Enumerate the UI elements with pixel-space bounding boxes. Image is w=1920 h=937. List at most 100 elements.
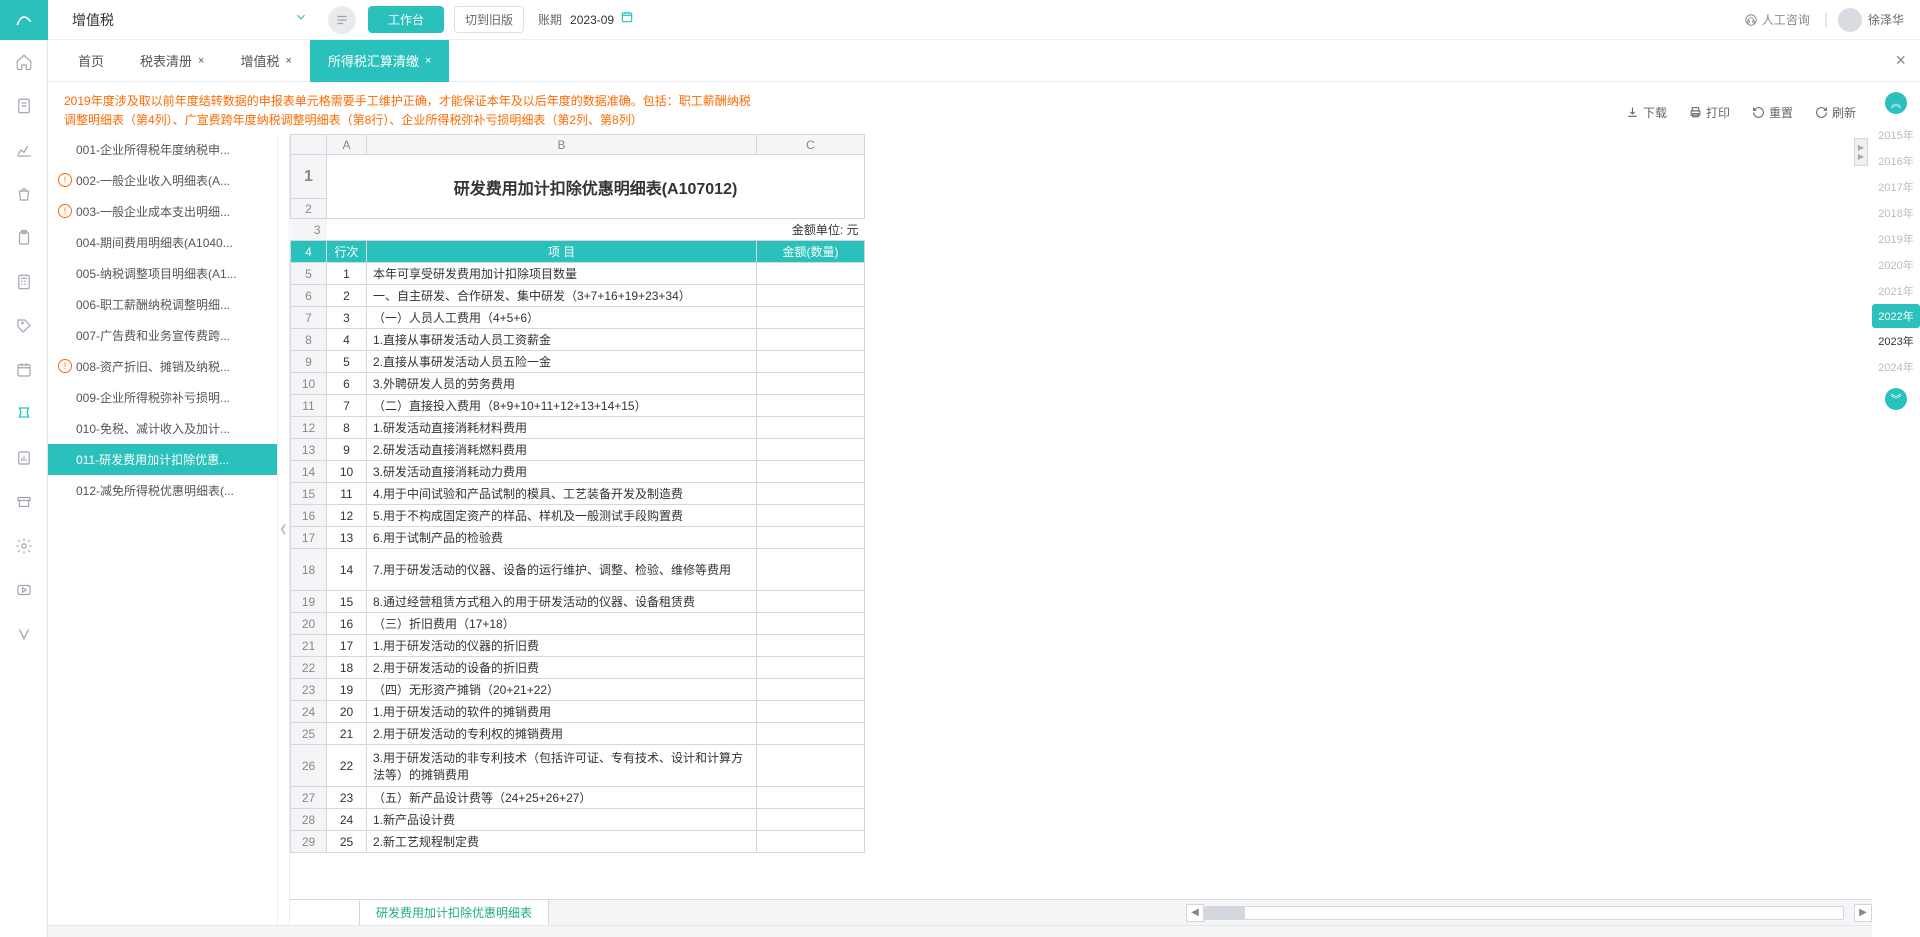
column-header[interactable]: B <box>367 135 757 155</box>
row-number-cell[interactable]: 17 <box>327 635 367 657</box>
row-header[interactable]: 19 <box>291 591 327 613</box>
row-number-cell[interactable]: 19 <box>327 679 367 701</box>
row-header[interactable]: 8 <box>291 329 327 351</box>
item-cell[interactable]: 1.新产品设计费 <box>367 809 757 831</box>
row-number-cell[interactable]: 12 <box>327 505 367 527</box>
scroll-right-icon[interactable]: ▶ <box>1854 904 1872 922</box>
column-header[interactable]: A <box>327 135 367 155</box>
row-number-cell[interactable]: 11 <box>327 483 367 505</box>
row-header[interactable]: 18 <box>291 549 327 591</box>
reset-button[interactable]: 重置 <box>1752 104 1793 121</box>
amount-cell[interactable] <box>757 809 865 831</box>
tab-close-icon[interactable]: × <box>285 55 291 67</box>
amount-cell[interactable] <box>757 657 865 679</box>
amount-cell[interactable] <box>757 307 865 329</box>
amount-cell[interactable] <box>757 285 865 307</box>
form-list-item[interactable]: 009-企业所得税弥补亏损明... <box>48 382 277 413</box>
amount-cell[interactable] <box>757 745 865 787</box>
print-button[interactable]: 打印 <box>1689 104 1730 121</box>
nav-home-icon[interactable] <box>0 40 48 84</box>
row-header[interactable]: 25 <box>291 723 327 745</box>
row-number-cell[interactable]: 16 <box>327 613 367 635</box>
row-header[interactable]: 17 <box>291 527 327 549</box>
horizontal-scrollbar[interactable] <box>1204 906 1844 920</box>
nav-bag-icon[interactable] <box>0 172 48 216</box>
amount-cell[interactable] <box>757 461 865 483</box>
row-number-cell[interactable]: 25 <box>327 831 367 853</box>
calendar-icon[interactable] <box>620 10 634 29</box>
form-list-item[interactable]: 003-一般企业成本支出明细... <box>48 196 277 227</box>
amount-cell[interactable] <box>757 635 865 657</box>
item-cell[interactable]: 4.用于中间试验和产品试制的模具、工艺装备开发及制造费 <box>367 483 757 505</box>
amount-cell[interactable] <box>757 505 865 527</box>
form-list-item[interactable]: 012-减免所得税优惠明细表(... <box>48 475 277 506</box>
scroll-left-icon[interactable]: ◀ <box>1186 904 1204 922</box>
tab-close-icon[interactable]: × <box>198 55 204 67</box>
nav-clipboard-icon[interactable] <box>0 216 48 260</box>
year-item[interactable]: 2023年 <box>1878 328 1913 354</box>
row-number-cell[interactable]: 10 <box>327 461 367 483</box>
year-item[interactable]: 2018年 <box>1878 200 1913 226</box>
row-number-cell[interactable]: 2 <box>327 285 367 307</box>
item-cell[interactable]: 2.直接从事研发活动人员五险一金 <box>367 351 757 373</box>
row-number-cell[interactable]: 9 <box>327 439 367 461</box>
amount-cell[interactable] <box>757 439 865 461</box>
row-header[interactable]: 1 <box>291 155 327 199</box>
row-number-cell[interactable]: 18 <box>327 657 367 679</box>
item-cell[interactable]: （五）新产品设计费等（24+25+26+27） <box>367 787 757 809</box>
row-header[interactable]: 3 <box>291 219 327 241</box>
row-header[interactable]: 12 <box>291 417 327 439</box>
row-header[interactable]: 29 <box>291 831 327 853</box>
form-list-item[interactable]: 008-资产折旧、摊销及纳税... <box>48 351 277 382</box>
item-cell[interactable]: （一）人员人工费用（4+5+6） <box>367 307 757 329</box>
download-button[interactable]: 下载 <box>1626 104 1667 121</box>
year-item[interactable]: 2017年 <box>1878 174 1913 200</box>
nav-tag-icon[interactable] <box>0 304 48 348</box>
year-item[interactable]: 2021年 <box>1878 278 1913 304</box>
item-cell[interactable]: 2.用于研发活动的设备的折旧费 <box>367 657 757 679</box>
row-number-cell[interactable]: 7 <box>327 395 367 417</box>
item-cell[interactable]: 本年可享受研发费用加计扣除项目数量 <box>367 263 757 285</box>
nav-settings-icon[interactable] <box>0 524 48 568</box>
row-header[interactable]: 11 <box>291 395 327 417</box>
row-header[interactable]: 16 <box>291 505 327 527</box>
close-all-tabs-icon[interactable]: × <box>1895 50 1906 71</box>
row-header[interactable]: 4 <box>291 241 327 263</box>
row-header[interactable]: 6 <box>291 285 327 307</box>
row-number-cell[interactable]: 22 <box>327 745 367 787</box>
tab-首页[interactable]: 首页 <box>60 40 122 82</box>
row-number-cell[interactable]: 13 <box>327 527 367 549</box>
nav-archive-icon[interactable] <box>0 480 48 524</box>
module-dropdown-icon[interactable] <box>294 10 308 29</box>
nav-chart-icon[interactable] <box>0 128 48 172</box>
amount-cell[interactable] <box>757 591 865 613</box>
column-header[interactable]: C <box>757 135 865 155</box>
row-number-cell[interactable]: 14 <box>327 549 367 591</box>
form-list-item[interactable]: 011-研发费用加计扣除优惠... <box>48 444 277 475</box>
row-number-cell[interactable]: 23 <box>327 787 367 809</box>
amount-cell[interactable] <box>757 613 865 635</box>
item-cell[interactable]: 8.通过经营租赁方式租入的用于研发活动的仪器、设备租赁费 <box>367 591 757 613</box>
amount-cell[interactable] <box>757 723 865 745</box>
scroll-up-icon[interactable]: ︽ <box>1885 92 1907 114</box>
item-cell[interactable]: 2.新工艺规程制定费 <box>367 831 757 853</box>
year-item[interactable]: 2015年 <box>1878 122 1913 148</box>
nav-calc-icon[interactable] <box>0 260 48 304</box>
item-cell[interactable]: （四）无形资产摊销（20+21+22） <box>367 679 757 701</box>
item-cell[interactable]: 5.用于不构成固定资产的样品、样机及一般测试手段购置费 <box>367 505 757 527</box>
collapse-handle-icon[interactable]: ❮ <box>278 134 290 925</box>
amount-cell[interactable] <box>757 395 865 417</box>
amount-cell[interactable] <box>757 701 865 723</box>
row-header[interactable]: 9 <box>291 351 327 373</box>
item-cell[interactable]: 1.用于研发活动的仪器的折旧费 <box>367 635 757 657</box>
amount-cell[interactable] <box>757 417 865 439</box>
row-header[interactable]: 20 <box>291 613 327 635</box>
form-list-item[interactable]: 007-广告费和业务宣传费跨... <box>48 320 277 351</box>
row-header[interactable]: 13 <box>291 439 327 461</box>
workbench-button[interactable]: 工作台 <box>368 6 444 33</box>
item-cell[interactable]: 3.外聘研发人员的劳务费用 <box>367 373 757 395</box>
tab-所得税汇算清缴[interactable]: 所得税汇算清缴× <box>310 40 449 82</box>
row-header[interactable]: 22 <box>291 657 327 679</box>
item-cell[interactable]: （三）折旧费用（17+18） <box>367 613 757 635</box>
row-header[interactable]: 2 <box>291 199 327 219</box>
